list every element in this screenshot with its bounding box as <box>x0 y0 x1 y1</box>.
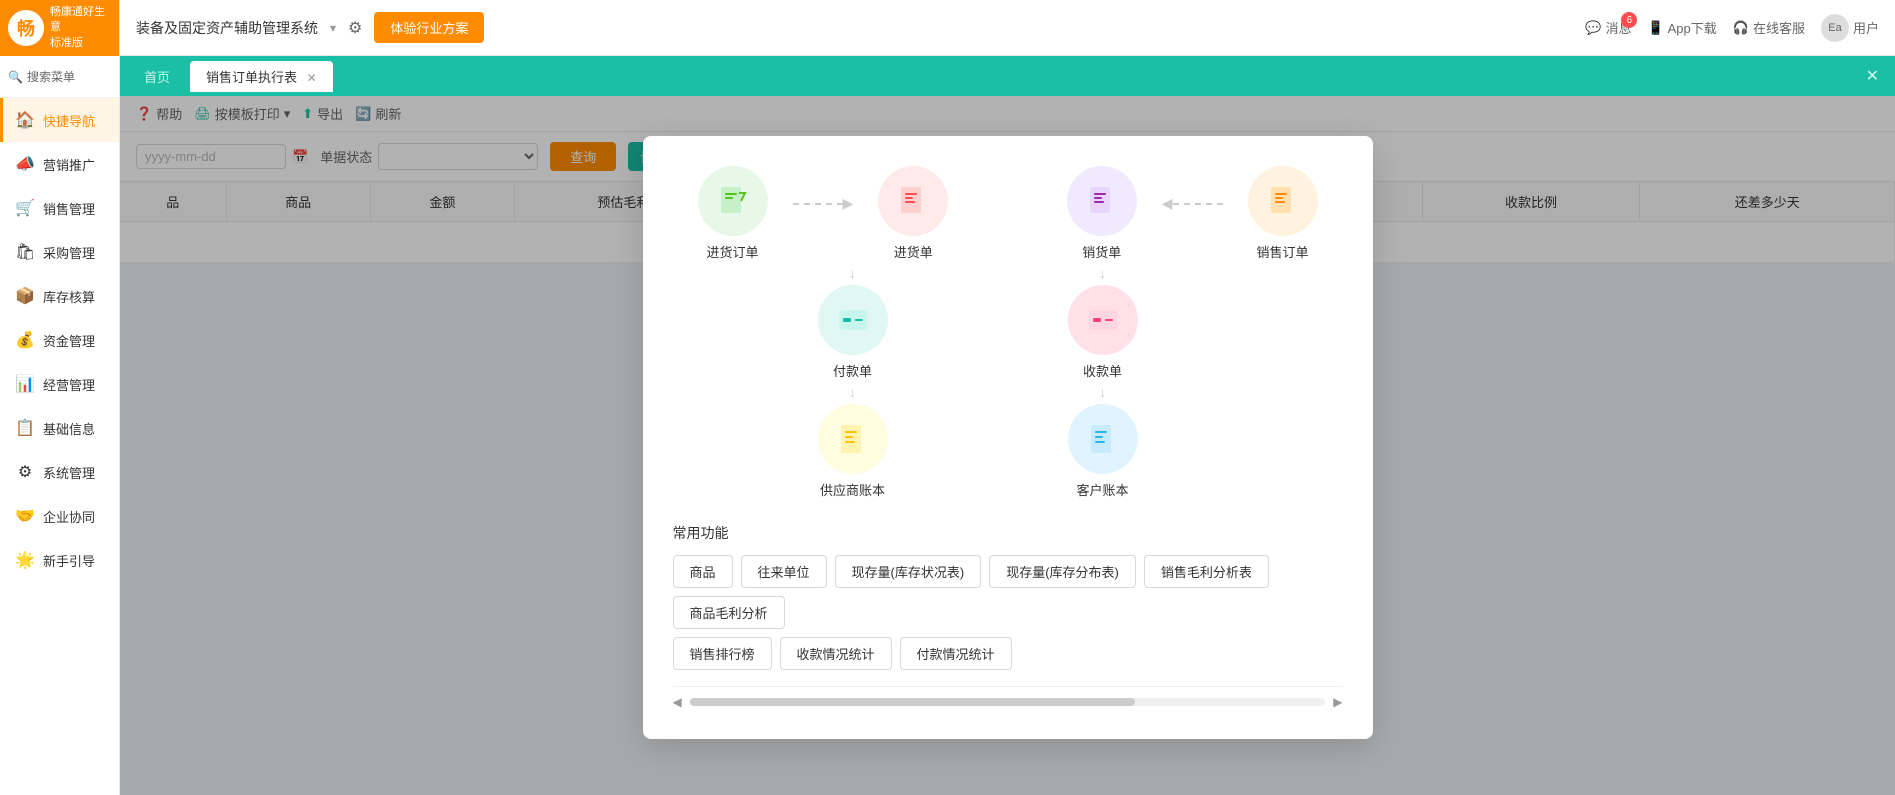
flow-section: 进货订单 ▶ 进货单 <box>673 166 1343 499</box>
sidebar-item-purchase[interactable]: 🛍 采购管理 <box>0 230 119 274</box>
app-download-btn[interactable]: 📱 App下载 <box>1647 18 1716 37</box>
search-icon: 🔍 <box>8 70 23 84</box>
sales-order-icon <box>1248 166 1318 236</box>
purchase-order-label: 进货订单 <box>706 242 758 261</box>
tab-sales-order-exec[interactable]: 销售订单执行表 ✕ <box>190 61 333 92</box>
operations-icon: 📊 <box>15 374 35 394</box>
sidebar-item-enterprise[interactable]: 🤝 企业协同 <box>0 494 119 538</box>
purchase-bill-label: 进货单 <box>894 242 933 261</box>
sidebar-item-finance[interactable]: 💰 资金管理 <box>0 318 119 362</box>
flow-payment-bill[interactable]: 付款单 <box>793 285 913 380</box>
sidebar-item-system[interactable]: ⚙ 系统管理 <box>0 450 119 494</box>
btn-receipt-stats[interactable]: 收款情况统计 <box>780 637 892 670</box>
modal-overlay: 进货订单 ▶ 进货单 <box>120 96 1895 795</box>
search-menu-button[interactable]: 🔍 搜索菜单 <box>8 64 111 89</box>
newbie-icon: 🌟 <box>15 550 35 570</box>
sidebar-item-inventory[interactable]: 📦 库存核算 <box>0 274 119 318</box>
message-icon: 💬 <box>1585 20 1601 36</box>
quick-nav-modal: 进货订单 ▶ 进货单 <box>643 136 1373 739</box>
purchase-icon: 🛍 <box>15 242 35 262</box>
scroll-left-button[interactable]: ◀ <box>673 695 682 709</box>
service-icon: 🎧 <box>1733 20 1749 36</box>
btn-sales-margin[interactable]: 销售毛利分析表 <box>1144 555 1269 588</box>
btn-goods[interactable]: 商品 <box>673 555 733 588</box>
main-area: 装备及固定资产辅助管理系统 ▾ ⚙ 体验行业方案 💬 消息 6 📱 App下载 … <box>120 0 1895 795</box>
flow-purchase-order[interactable]: 进货订单 <box>673 166 793 261</box>
flow-receipt-bill[interactable]: 收款单 <box>1043 285 1163 380</box>
btn-goods-margin[interactable]: 商品毛利分析 <box>673 596 785 629</box>
common-functions-section: 常用功能 商品 往来单位 现存量(库存状况表) 现存量(库存分布表) 销售毛利分… <box>673 523 1343 670</box>
home-icon: 🏠 <box>15 110 35 130</box>
btn-inventory-status[interactable]: 现存量(库存状况表) <box>835 555 982 588</box>
sidebar-item-marketing[interactable]: 📣 营销推广 <box>0 142 119 186</box>
user-avatar: Ea <box>1821 14 1849 42</box>
sales-icon: 🛒 <box>15 198 35 218</box>
scroll-track <box>690 698 1326 706</box>
sidebar-item-newbie[interactable]: 🌟 新手引导 <box>0 538 119 582</box>
logo-icon: 畅 <box>8 10 44 46</box>
tab-home[interactable]: 首页 <box>128 61 186 92</box>
btn-payment-stats[interactable]: 付款情况统计 <box>900 637 1012 670</box>
purchase-bill-icon <box>878 166 948 236</box>
scroll-thumb <box>690 698 1135 706</box>
sidebar-item-sales[interactable]: 🛒 销售管理 <box>0 186 119 230</box>
customer-ledger-icon <box>1068 404 1138 474</box>
sidebar: 畅 畅康通好生意 标准版 🔍 搜索菜单 🏠 快捷导航 📣 营销推广 🛒 <box>0 0 120 795</box>
system-dropdown-button[interactable]: ▾ <box>330 21 336 35</box>
system-icon: ⚙ <box>15 462 35 482</box>
sidebar-item-operations[interactable]: 📊 经营管理 <box>0 362 119 406</box>
payment-bill-label: 付款单 <box>833 361 872 380</box>
sidebar-logo: 畅 畅康通好生意 标准版 <box>0 0 119 56</box>
flow-sales-bill[interactable]: 销货单 <box>1042 166 1162 261</box>
system-title: 装备及固定资产辅助管理系统 <box>136 18 318 38</box>
content-area: ❓ 帮助 🖨 按模板打印 ▾ ⬆ 导出 🔄 刷新 <box>120 96 1895 795</box>
finance-icon: 💰 <box>15 330 35 350</box>
payment-bill-icon <box>818 285 888 355</box>
settings-gear-button[interactable]: ⚙ <box>348 18 362 38</box>
common-btns-row2: 销售排行榜 收款情况统计 付款情况统计 <box>673 637 1343 670</box>
btn-sales-ranking[interactable]: 销售排行榜 <box>673 637 772 670</box>
download-icon: 📱 <box>1647 20 1663 36</box>
message-badge: 6 <box>1621 12 1637 28</box>
flow-supplier-ledger[interactable]: 供应商账本 <box>793 404 913 499</box>
tab-close-global-button[interactable]: ✕ <box>1858 62 1887 90</box>
basic-info-icon: 📋 <box>15 418 35 438</box>
inventory-icon: 📦 <box>15 286 35 306</box>
message-btn[interactable]: 💬 消息 6 <box>1585 18 1631 37</box>
marketing-icon: 📣 <box>15 154 35 174</box>
enterprise-icon: 🤝 <box>15 506 35 526</box>
tab-bar: 首页 销售订单执行表 ✕ ✕ <box>120 56 1895 96</box>
tab-close-button[interactable]: ✕ <box>307 71 317 85</box>
common-btns-row1: 商品 往来单位 现存量(库存状况表) 现存量(库存分布表) 销售毛利分析表 商品… <box>673 555 1343 629</box>
customer-ledger-label: 客户账本 <box>1076 480 1128 499</box>
flow-purchase-bill[interactable]: 进货单 <box>853 166 973 261</box>
sales-order-label: 销售订单 <box>1256 242 1308 261</box>
sidebar-nav: 🏠 快捷导航 📣 营销推广 🛒 销售管理 🛍 采购管理 📦 库存核算 💰 <box>0 98 119 795</box>
purchase-order-icon <box>698 166 768 236</box>
scroll-right-button[interactable]: ▶ <box>1333 695 1342 709</box>
experience-btn[interactable]: 体验行业方案 <box>374 12 484 43</box>
sidebar-item-basic-info[interactable]: 📋 基础信息 <box>0 406 119 450</box>
sales-bill-label: 销货单 <box>1082 242 1121 261</box>
supplier-ledger-icon <box>818 404 888 474</box>
btn-partner[interactable]: 往来单位 <box>741 555 827 588</box>
flow-sales-order[interactable]: 销售订单 <box>1223 166 1343 261</box>
common-functions-title: 常用功能 <box>673 523 1343 543</box>
receipt-bill-label: 收款单 <box>1083 361 1122 380</box>
online-service-btn[interactable]: 🎧 在线客服 <box>1733 18 1805 37</box>
sidebar-search-area: 🔍 搜索菜单 <box>0 56 119 98</box>
sidebar-item-quick-nav[interactable]: 🏠 快捷导航 <box>0 98 119 142</box>
sales-bill-icon <box>1067 166 1137 236</box>
top-header: 装备及固定资产辅助管理系统 ▾ ⚙ 体验行业方案 💬 消息 6 📱 App下载 … <box>120 0 1895 56</box>
user-menu[interactable]: Ea 用户 <box>1821 14 1879 42</box>
flow-customer-ledger[interactable]: 客户账本 <box>1043 404 1163 499</box>
receipt-bill-icon <box>1068 285 1138 355</box>
supplier-ledger-label: 供应商账本 <box>820 480 885 499</box>
logo-text: 畅康通好生意 标准版 <box>50 5 111 51</box>
btn-inventory-dist[interactable]: 现存量(库存分布表) <box>989 555 1136 588</box>
modal-scroll-area: ◀ ▶ <box>673 686 1343 709</box>
header-right: 💬 消息 6 📱 App下载 🎧 在线客服 Ea 用户 <box>1585 14 1879 42</box>
